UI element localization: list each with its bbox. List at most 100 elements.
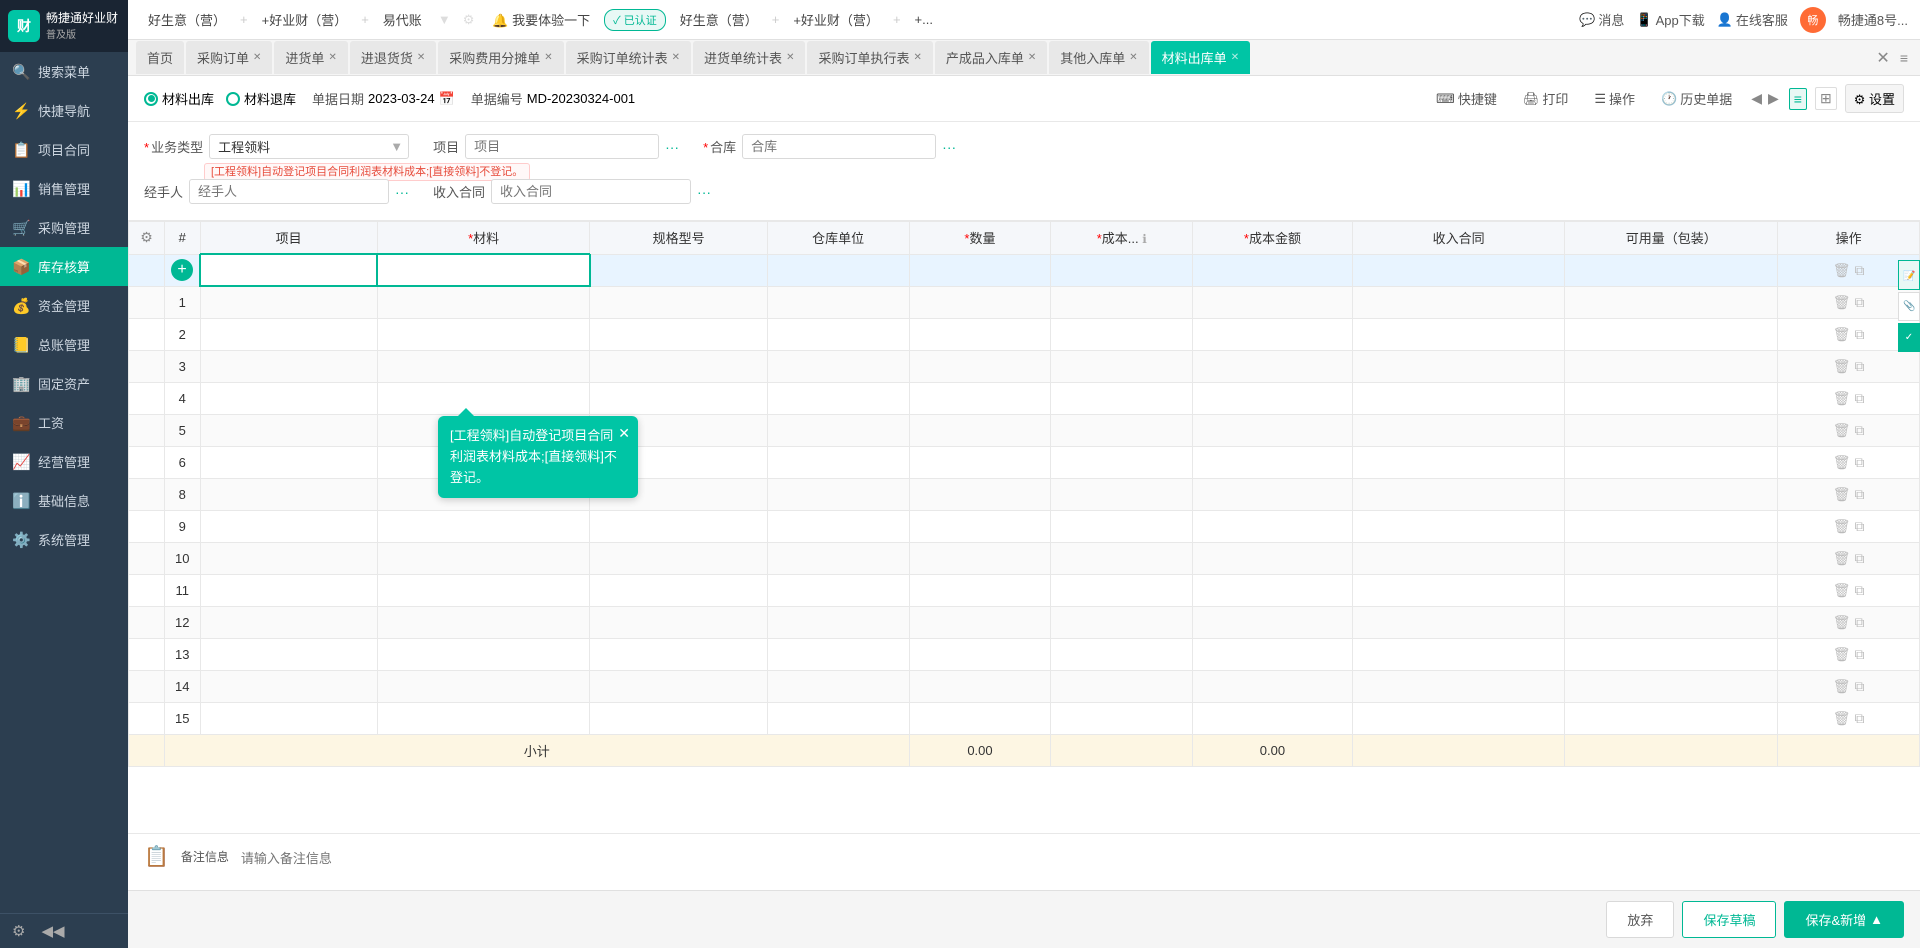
- view-list-btn[interactable]: ≡: [1789, 88, 1807, 110]
- cell-cost-amount[interactable]: [1193, 254, 1353, 286]
- business-type-input[interactable]: [209, 134, 409, 159]
- cell-quantity[interactable]: [909, 254, 1051, 286]
- cell-cost-amount[interactable]: [1193, 414, 1353, 446]
- handler-dots-icon[interactable]: ···: [395, 184, 409, 200]
- cell-quantity[interactable]: [909, 414, 1051, 446]
- tab-close-icon[interactable]: ✕: [253, 52, 261, 63]
- cell-income-contract[interactable]: [1352, 254, 1565, 286]
- tooltip-close-btn[interactable]: ✕: [618, 422, 630, 444]
- cell-warehouse[interactable]: [767, 254, 909, 286]
- tab-home[interactable]: 首页: [136, 41, 184, 74]
- cell-warehouse[interactable]: [767, 606, 909, 638]
- tab-close-icon[interactable]: ✕: [328, 52, 336, 63]
- delete-row-icon[interactable]: 🗑: [1833, 294, 1851, 311]
- tab-close-icon[interactable]: ✕: [1231, 52, 1239, 63]
- cell-income-contract[interactable]: [1352, 318, 1565, 350]
- cell-available[interactable]: [1565, 638, 1778, 670]
- cell-cost-amount[interactable]: [1193, 542, 1353, 574]
- cell-quantity[interactable]: [909, 286, 1051, 318]
- copy-row-icon[interactable]: ⧉: [1854, 454, 1864, 471]
- tab-goods-in[interactable]: 进货单 ✕: [274, 41, 347, 74]
- cell-material[interactable]: [377, 254, 590, 286]
- cell-available[interactable]: [1565, 318, 1778, 350]
- cell-cost-amount[interactable]: [1193, 606, 1353, 638]
- cell-project[interactable]: [200, 350, 377, 382]
- cell-cost-amount[interactable]: [1193, 638, 1353, 670]
- sidebar-item-operations[interactable]: 📈 经营管理: [0, 442, 128, 481]
- cell-cost-amount[interactable]: [1193, 670, 1353, 702]
- cell-quantity[interactable]: [909, 446, 1051, 478]
- cell-project[interactable]: [200, 254, 377, 286]
- cell-income-contract[interactable]: [1352, 638, 1565, 670]
- sidebar-item-payroll[interactable]: 💼 工资: [0, 403, 128, 442]
- copy-row-icon[interactable]: ⧉: [1854, 358, 1864, 375]
- copy-row-icon[interactable]: ⧉: [1854, 614, 1864, 631]
- topbar-haoyecai[interactable]: +好业财（营）: [254, 6, 356, 33]
- cell-material[interactable]: [377, 606, 590, 638]
- cell-income-contract[interactable]: [1352, 478, 1565, 510]
- cell-warehouse[interactable]: [767, 414, 909, 446]
- copy-row-icon[interactable]: ⧉: [1854, 422, 1864, 439]
- copy-row-icon[interactable]: ⧉: [1854, 678, 1864, 695]
- cell-project[interactable]: [200, 638, 377, 670]
- cell-project[interactable]: [200, 318, 377, 350]
- cell-spec[interactable]: [590, 350, 767, 382]
- cell-spec[interactable]: [590, 510, 767, 542]
- sidebar-item-sales[interactable]: 📊 销售管理: [0, 169, 128, 208]
- cell-material[interactable]: [377, 670, 590, 702]
- cell-available[interactable]: [1565, 542, 1778, 574]
- view-grid-btn[interactable]: ⊞: [1815, 87, 1837, 110]
- cell-cost-price[interactable]: [1051, 446, 1193, 478]
- copy-row-icon[interactable]: ⧉: [1854, 710, 1864, 727]
- settings-btn[interactable]: ⚙ 设置: [1845, 84, 1904, 113]
- cell-warehouse[interactable]: [767, 286, 909, 318]
- delete-row-icon[interactable]: 🗑: [1833, 390, 1851, 407]
- cell-material[interactable]: [377, 638, 590, 670]
- print-btn[interactable]: 🖨 打印: [1514, 84, 1578, 113]
- radio-material-out[interactable]: 材料出库: [144, 89, 214, 108]
- cell-cost-price[interactable]: [1051, 286, 1193, 318]
- save-new-button[interactable]: 保存&新增 ▲: [1784, 901, 1904, 938]
- tab-bar-close[interactable]: ✕: [1872, 48, 1893, 68]
- cell-cost-amount[interactable]: [1193, 350, 1353, 382]
- delete-row-icon[interactable]: 🗑: [1833, 326, 1851, 343]
- copy-row-icon[interactable]: ⧉: [1854, 262, 1864, 279]
- cell-warehouse[interactable]: [767, 510, 909, 542]
- tab-purchase-exec[interactable]: 采购订单执行表 ✕: [807, 41, 932, 74]
- cell-spec[interactable]: [590, 318, 767, 350]
- cell-cost-amount[interactable]: [1193, 446, 1353, 478]
- cell-project[interactable]: [200, 702, 377, 734]
- topbar-good2[interactable]: 好生意（营）: [672, 6, 766, 33]
- copy-row-icon[interactable]: ⧉: [1854, 326, 1864, 343]
- cell-spec[interactable]: [590, 254, 767, 286]
- cell-warehouse[interactable]: [767, 574, 909, 606]
- sidebar-item-assets[interactable]: 🏢 固定资产: [0, 364, 128, 403]
- cell-available[interactable]: [1565, 254, 1778, 286]
- tab-material-out[interactable]: 材料出库单 ✕: [1151, 41, 1250, 74]
- cell-cost-amount[interactable]: [1193, 478, 1353, 510]
- cell-cost-amount[interactable]: [1193, 510, 1353, 542]
- cell-material[interactable]: [377, 574, 590, 606]
- topbar-appdownload[interactable]: 📱 App下载: [1636, 10, 1704, 29]
- cell-warehouse[interactable]: [767, 638, 909, 670]
- operation-btn[interactable]: ☰ 操作: [1585, 84, 1644, 113]
- cell-available[interactable]: [1565, 382, 1778, 414]
- add-row-button[interactable]: +: [171, 259, 193, 281]
- tab-close-icon[interactable]: ✕: [544, 52, 552, 63]
- cell-project[interactable]: [200, 542, 377, 574]
- cell-project[interactable]: [200, 670, 377, 702]
- cell-project[interactable]: [200, 446, 377, 478]
- sidebar-item-project[interactable]: 📋 项目合同: [0, 130, 128, 169]
- delete-row-icon[interactable]: 🗑: [1833, 518, 1851, 535]
- copy-row-icon[interactable]: ⧉: [1854, 294, 1864, 311]
- tab-close-icon[interactable]: ✕: [1129, 52, 1137, 63]
- cell-spec[interactable]: [590, 382, 767, 414]
- sidebar-item-search[interactable]: 🔍 搜索菜单: [0, 52, 128, 91]
- tab-purchase-stats[interactable]: 采购订单统计表 ✕: [566, 41, 691, 74]
- topbar-service[interactable]: 👤 在线客服: [1717, 10, 1788, 29]
- cell-income-contract[interactable]: [1352, 350, 1565, 382]
- tab-close-icon[interactable]: ✕: [1028, 52, 1036, 63]
- cell-project[interactable]: [200, 382, 377, 414]
- cell-project[interactable]: [200, 286, 377, 318]
- cell-available[interactable]: [1565, 606, 1778, 638]
